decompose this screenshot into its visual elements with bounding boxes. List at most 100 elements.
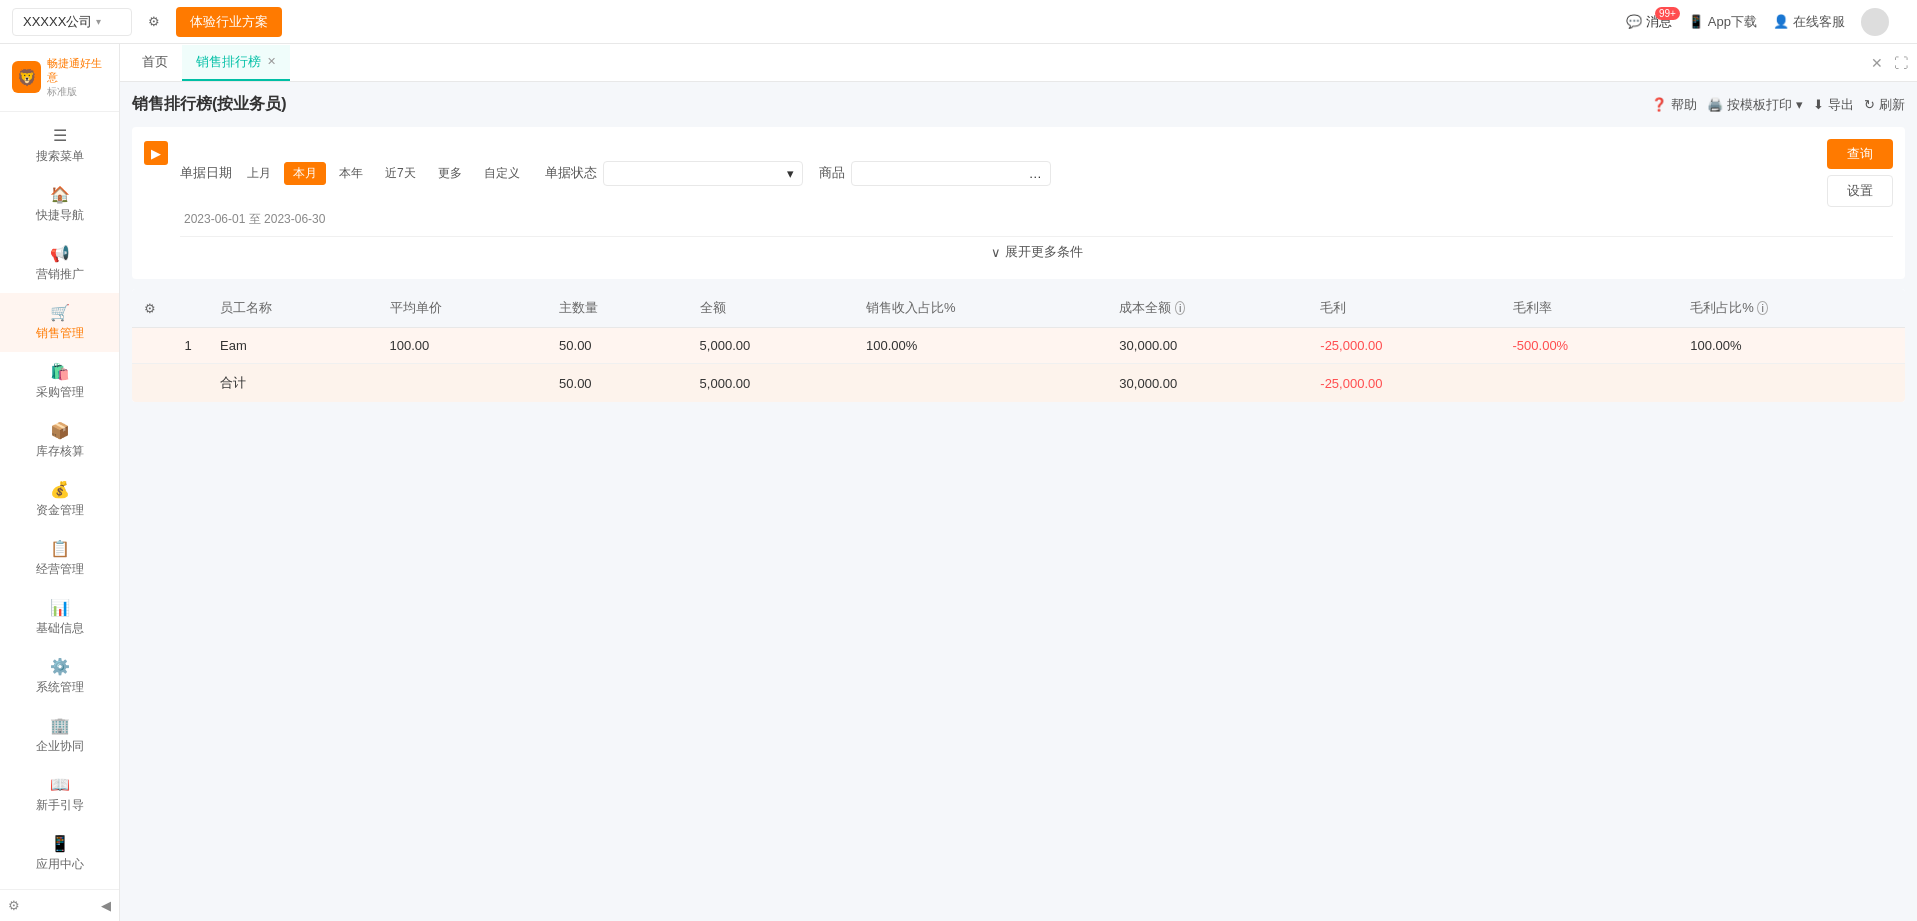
sidebar-item-label: 销售管理	[36, 325, 84, 342]
col-avg-price: 平均单价	[378, 289, 548, 328]
set-button[interactable]: 设置	[1827, 175, 1893, 207]
sidebar-item-app-center[interactable]: 📱 应用中心	[0, 824, 119, 883]
message-button[interactable]: 💬 消息 99+	[1626, 13, 1672, 31]
app-download-button[interactable]: 📱 App下载	[1688, 13, 1757, 31]
top-bar: XXXXX公司 ▾ ⚙ 体验行业方案 💬 消息 99+ 📱 App下载 👤 在线…	[0, 0, 1917, 44]
top-right-actions: 💬 消息 99+ 📱 App下载 👤 在线客服	[1626, 8, 1905, 36]
sidebar-item-enterprise[interactable]: 🏢 企业协同	[0, 706, 119, 765]
sidebar-nav: ☰ 搜索菜单 🏠 快捷导航 📢 营销推广 🛒 销售管理 🛍️ 采购管	[0, 112, 119, 889]
app-container: XXXXX公司 ▾ ⚙ 体验行业方案 💬 消息 99+ 📱 App下载 👤 在线…	[0, 0, 1917, 921]
goods-filter-label: 商品	[819, 164, 845, 182]
chevron-down-icon: ▾	[96, 16, 101, 27]
period-this-month[interactable]: 本月	[284, 162, 326, 185]
query-button[interactable]: 查询	[1827, 139, 1893, 169]
export-button[interactable]: ⬇ 导出	[1813, 96, 1854, 114]
sidebar-item-finance[interactable]: 💰 资金管理	[0, 470, 119, 529]
period-this-year[interactable]: 本年	[330, 162, 372, 185]
goods-select[interactable]: …	[851, 161, 1051, 186]
col-settings[interactable]: ⚙	[132, 289, 168, 328]
tab-home[interactable]: 首页	[128, 45, 182, 81]
app-center-icon: 📱	[50, 834, 70, 853]
footer-gross-pct	[1678, 364, 1905, 403]
help-button[interactable]: ❓ 帮助	[1651, 96, 1697, 114]
sidebar-item-guide[interactable]: 📖 新手引导	[0, 765, 119, 824]
company-selector[interactable]: XXXXX公司 ▾	[12, 8, 132, 36]
sidebar-item-system[interactable]: ⚙️ 系统管理	[0, 647, 119, 706]
export-icon: ⬇	[1813, 97, 1824, 112]
window-close-icon[interactable]: ✕	[1869, 55, 1885, 71]
print-icon: 🖨️	[1707, 97, 1723, 112]
goods-filter: 商品 …	[819, 161, 1051, 186]
guide-icon: 📖	[50, 775, 70, 794]
col-gross-pct: 毛利占比% i	[1678, 289, 1905, 328]
brand-sub: 标准版	[47, 85, 107, 99]
sidebar-item-operation[interactable]: 📋 经营管理	[0, 529, 119, 588]
cost-info-icon[interactable]: i	[1175, 301, 1185, 315]
right-action-panel: 查询 设置	[1827, 139, 1893, 207]
footer-gross-margin	[1501, 364, 1679, 403]
trial-button[interactable]: 体验行业方案	[176, 7, 282, 37]
search-order-icon: ☰	[53, 126, 67, 145]
cell-rank: 1	[168, 328, 208, 364]
tab-sales-rank-label: 销售排行榜	[196, 53, 261, 71]
marketing-icon: 📢	[50, 244, 70, 263]
tab-sales-rank[interactable]: 销售排行榜 ✕	[182, 45, 290, 81]
sidebar-item-label: 搜索菜单	[36, 148, 84, 165]
table-container: ⚙ 员工名称 平均单价 主数量 全额 销售收入占比% 成本全额 i 毛利 毛利率	[132, 289, 1905, 402]
sidebar-settings-icon[interactable]: ⚙	[8, 898, 20, 913]
period-last-month[interactable]: 上月	[238, 162, 280, 185]
table-body: 1 Eam 100.00 50.00 5,000.00 100.00% 30,0…	[132, 328, 1905, 364]
online-service-button[interactable]: 👤 在线客服	[1773, 13, 1845, 31]
online-service-label: 在线客服	[1793, 13, 1845, 31]
brand-text-group: 畅捷通好生意 标准版	[47, 56, 107, 99]
sidebar-item-quick-nav[interactable]: 🏠 快捷导航	[0, 175, 119, 234]
footer-qty: 50.00	[547, 364, 688, 403]
cell-amount: 5,000.00	[688, 328, 854, 364]
table-header-row: ⚙ 员工名称 平均单价 主数量 全额 销售收入占比% 成本全额 i 毛利 毛利率	[132, 289, 1905, 328]
period-custom[interactable]: 自定义	[475, 162, 529, 185]
refresh-button[interactable]: ↻ 刷新	[1864, 96, 1905, 114]
footer-cost-amount: 30,000.00	[1107, 364, 1308, 403]
sidebar-item-marketing[interactable]: 📢 营销推广	[0, 234, 119, 293]
page-header: 销售排行榜(按业务员) ❓ 帮助 🖨️ 按模板打印 ▾ ⬇	[132, 94, 1905, 115]
footer-amount: 5,000.00	[688, 364, 854, 403]
period-last-7days[interactable]: 近7天	[376, 162, 425, 185]
export-label: 导出	[1828, 96, 1854, 114]
basic-icon: 📊	[50, 598, 70, 617]
window-expand-icon[interactable]: ⛶	[1893, 55, 1909, 71]
sidebar-item-purchase[interactable]: 🛍️ 采购管理	[0, 352, 119, 411]
status-select[interactable]: ▾	[603, 161, 803, 186]
refresh-icon: ↻	[1864, 97, 1875, 112]
sidebar-item-label: 营销推广	[36, 266, 84, 283]
filter-expand-icon[interactable]: ▶	[144, 141, 168, 165]
app-download-label: App下载	[1708, 13, 1757, 31]
col-gross-margin: 毛利率	[1501, 289, 1679, 328]
expand-conditions-button[interactable]: ∨ 展开更多条件	[180, 236, 1893, 267]
cell-qty: 50.00	[547, 328, 688, 364]
settings-icon-btn[interactable]: ⚙	[140, 8, 168, 36]
period-more[interactable]: 更多	[429, 162, 471, 185]
footer-settings	[132, 364, 168, 403]
sidebar-item-basic[interactable]: 📊 基础信息	[0, 588, 119, 647]
sidebar-collapse-icon[interactable]: ◀	[101, 898, 111, 913]
operation-icon: 📋	[50, 539, 70, 558]
table-row: 1 Eam 100.00 50.00 5,000.00 100.00% 30,0…	[132, 328, 1905, 364]
message-badge: 99+	[1655, 7, 1680, 20]
sidebar-item-search-order[interactable]: ☰ 搜索菜单	[0, 116, 119, 175]
avatar[interactable]	[1861, 8, 1889, 36]
print-button[interactable]: 🖨️ 按模板打印 ▾	[1707, 96, 1803, 114]
sidebar-item-label: 企业协同	[36, 738, 84, 755]
tab-close-icon[interactable]: ✕	[267, 55, 276, 68]
sidebar-bottom: ⚙ ◀	[0, 889, 119, 921]
footer-sales-pct	[854, 364, 1107, 403]
sidebar-item-label: 快捷导航	[36, 207, 84, 224]
table-footer-row: 合计 50.00 5,000.00 30,000.00 -25,000.00	[132, 364, 1905, 403]
refresh-label: 刷新	[1879, 96, 1905, 114]
inventory-icon: 📦	[50, 421, 70, 440]
footer-avg-price	[378, 364, 548, 403]
sidebar-item-inventory[interactable]: 📦 库存核算	[0, 411, 119, 470]
gross-pct-info-icon[interactable]: i	[1757, 301, 1767, 315]
expand-chevron-icon: ∨	[991, 245, 1001, 260]
sidebar-item-sales[interactable]: 🛒 销售管理	[0, 293, 119, 352]
col-sales-pct: 销售收入占比%	[854, 289, 1107, 328]
